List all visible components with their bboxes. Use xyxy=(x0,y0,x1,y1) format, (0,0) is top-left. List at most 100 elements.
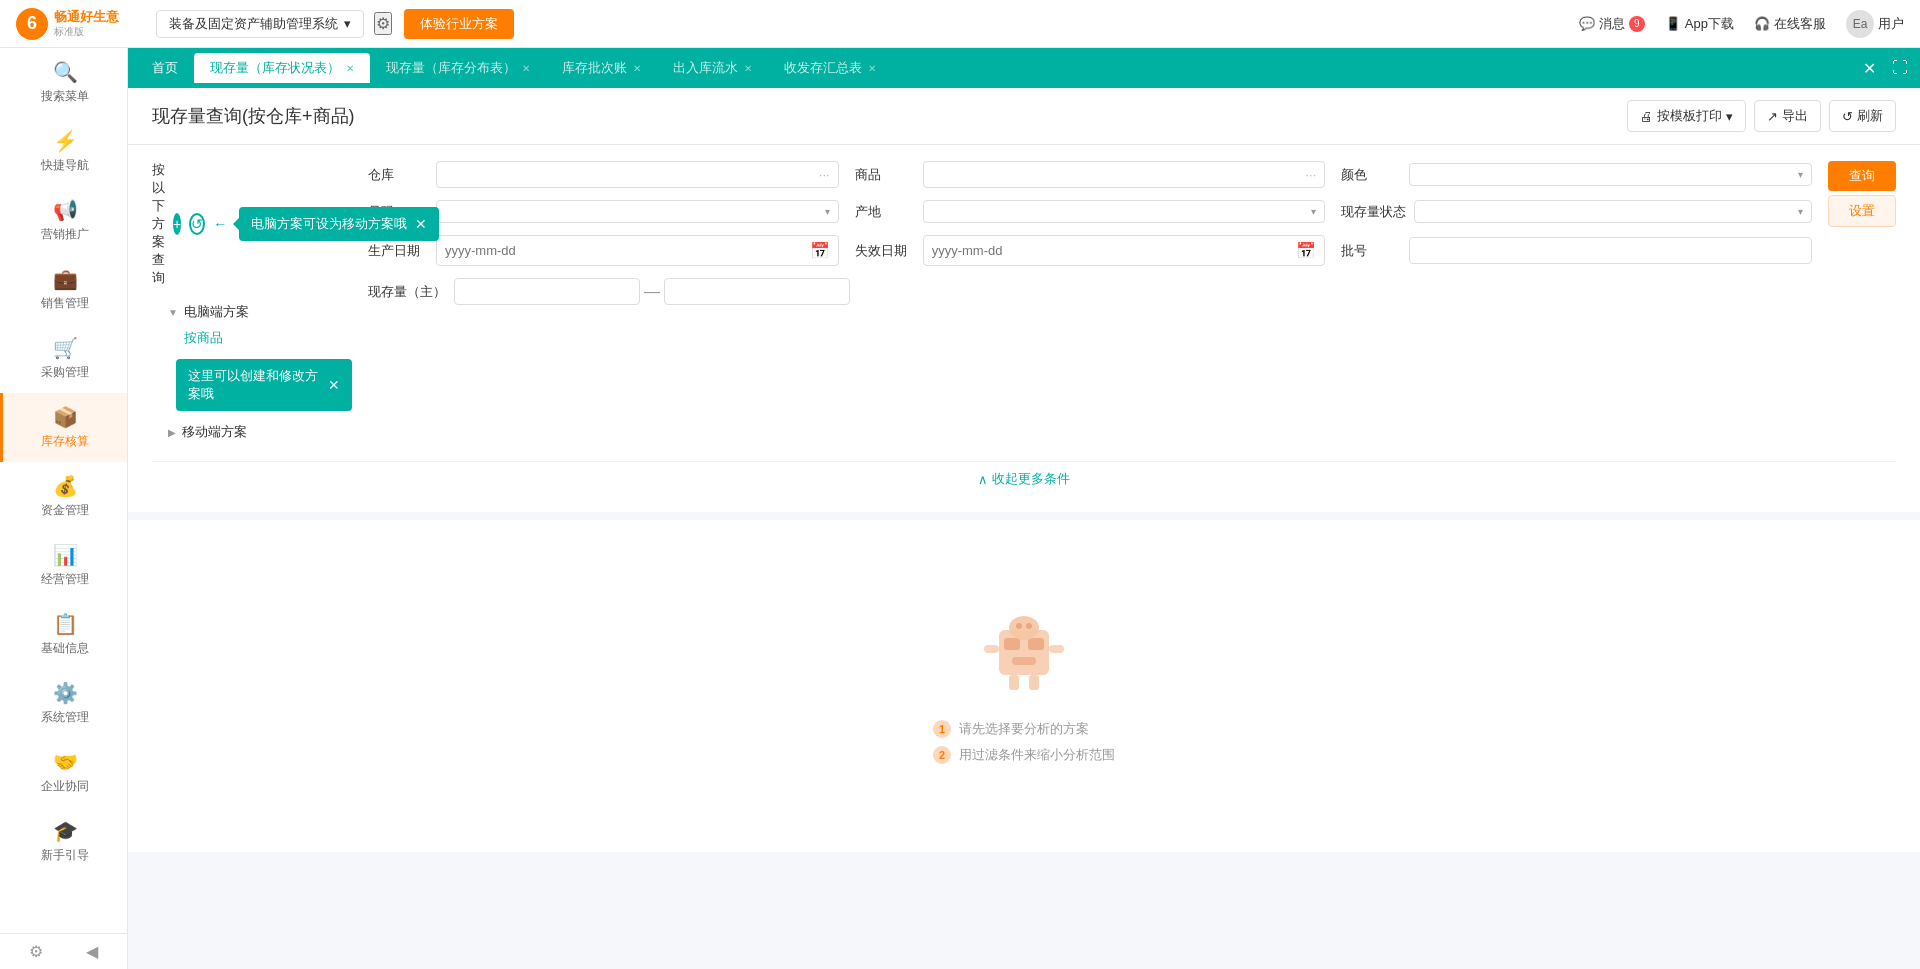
search-button[interactable]: 查询 xyxy=(1828,161,1896,191)
production-date-text[interactable] xyxy=(445,243,810,258)
stock-status-field: 现存量状态 ▾ xyxy=(1341,200,1812,223)
stock-range-min[interactable] xyxy=(454,278,640,305)
trial-button[interactable]: 体验行业方案 xyxy=(404,9,514,39)
edit-scheme-button[interactable]: ↺ xyxy=(189,213,205,235)
expiry-date-text[interactable] xyxy=(932,243,1297,258)
scheme-panel: 按以下方案查询 + ↺ ← 电脑方案可设为移动方案哦 ✕ xyxy=(152,161,352,457)
app-download-button[interactable]: 📱 App下载 xyxy=(1665,15,1734,33)
search-icon: 🔍 xyxy=(53,60,78,84)
money-icon: 💰 xyxy=(53,474,78,498)
tab-label: 库存批次账 xyxy=(562,59,627,77)
warehouse-field: 仓库 ··· xyxy=(368,161,839,188)
step-2-num: 2 xyxy=(933,746,951,764)
sidebar-item-sales[interactable]: 💼 销售管理 xyxy=(0,255,127,324)
tab-summary[interactable]: 收发存汇总表 ✕ xyxy=(768,53,892,83)
production-date-field: 生产日期 📅 xyxy=(368,235,839,266)
tab-batch-ledger[interactable]: 库存批次账 ✕ xyxy=(546,53,657,83)
expand-icon: ▶ xyxy=(168,427,176,438)
chevron-down-icon: ▾ xyxy=(1798,169,1803,180)
sidebar-item-guide[interactable]: 🎓 新手引导 xyxy=(0,807,127,876)
arrow-scheme-button[interactable]: ← xyxy=(213,213,227,235)
expiry-date-input[interactable]: 📅 xyxy=(923,235,1326,266)
color-select[interactable]: ▾ xyxy=(1409,163,1812,186)
collapse-bar[interactable]: ∧ 收起更多条件 xyxy=(152,461,1896,496)
desktop-scheme-item[interactable]: ▼ 电脑端方案 xyxy=(168,299,352,325)
export-button[interactable]: ↗ 导出 xyxy=(1754,100,1821,132)
maximize-icon[interactable]: ⛶ xyxy=(1888,55,1912,81)
production-date-input[interactable]: 📅 xyxy=(436,235,839,266)
step-1-num: 1 xyxy=(933,720,951,738)
stock-range-max[interactable] xyxy=(664,278,850,305)
sidebar-item-base-info[interactable]: 📋 基础信息 xyxy=(0,600,127,669)
close-icon[interactable]: ✕ xyxy=(868,63,876,74)
system-selector[interactable]: 装备及固定资产辅助管理系统 ▾ xyxy=(156,10,364,38)
step-2-text: 用过滤条件来缩小分析范围 xyxy=(959,746,1115,764)
sidebar-item-system[interactable]: ⚙️ 系统管理 xyxy=(0,669,127,738)
sidebar-item-inventory[interactable]: 📦 库存核算 xyxy=(0,393,127,462)
tab-label: 现存量（库存分布表） xyxy=(386,59,516,77)
desktop-child-item[interactable]: 按商品 xyxy=(184,325,352,351)
sidebar-item-enterprise[interactable]: 🤝 企业协同 xyxy=(0,738,127,807)
warehouse-select[interactable]: ··· xyxy=(436,161,839,188)
calendar-icon[interactable]: 📅 xyxy=(1296,241,1316,260)
color-field: 颜色 ▾ xyxy=(1341,163,1812,186)
sidebar-settings-icon[interactable]: ⚙ xyxy=(29,942,43,961)
tab-label: 现存量（库存状况表） xyxy=(210,59,340,77)
tab-bar-right: ✕ ⛶ xyxy=(1859,55,1912,82)
user-menu[interactable]: Ea 用户 xyxy=(1846,10,1904,38)
svg-rect-1 xyxy=(1004,638,1020,650)
goods-field: 商品 ··· xyxy=(855,161,1326,188)
create-tooltip-close-icon[interactable]: ✕ xyxy=(328,377,340,393)
mobile-icon: 📱 xyxy=(1665,16,1681,31)
sidebar-item-label: 基础信息 xyxy=(41,640,89,657)
logo-text: 畅通好生意 标准版 xyxy=(54,9,119,39)
message-button[interactable]: 💬 消息 9 xyxy=(1579,15,1645,33)
stock-range: — xyxy=(454,278,850,305)
svg-point-9 xyxy=(1016,623,1022,629)
production-date-label: 生产日期 xyxy=(368,242,428,260)
desktop-scheme-children: 按商品 xyxy=(168,325,352,351)
sidebar-item-management[interactable]: 📊 经营管理 xyxy=(0,531,127,600)
stock-status-label: 现存量状态 xyxy=(1341,203,1406,221)
calendar-icon[interactable]: 📅 xyxy=(810,241,830,260)
tooltip-close-icon[interactable]: ✕ xyxy=(415,216,427,232)
batch-input[interactable] xyxy=(1409,237,1812,264)
add-scheme-button[interactable]: + xyxy=(173,213,181,235)
svg-rect-4 xyxy=(1009,675,1019,690)
page-title: 现存量查询(按仓库+商品) xyxy=(152,104,355,128)
refresh-icon: ↺ xyxy=(1842,109,1853,124)
settings-icon[interactable]: ⚙ xyxy=(374,12,392,35)
close-all-tabs-icon[interactable]: ✕ xyxy=(1859,55,1880,82)
tab-stock-dist[interactable]: 现存量（库存分布表） ✕ xyxy=(370,53,546,83)
sidebar-item-search[interactable]: 🔍 搜索菜单 xyxy=(0,48,127,117)
stock-status-select[interactable]: ▾ xyxy=(1414,200,1812,223)
sidebar-collapse-icon[interactable]: ◀ xyxy=(86,942,98,961)
close-icon[interactable]: ✕ xyxy=(744,63,752,74)
filter-row-1: 仓库 ··· 商品 xyxy=(368,161,1812,188)
graduation-icon: 🎓 xyxy=(53,819,78,843)
tab-in-out-flow[interactable]: 出入库流水 ✕ xyxy=(657,53,768,83)
origin-select[interactable]: ▾ xyxy=(923,200,1326,223)
tab-bar: 首页 现存量（库存状况表） ✕ 现存量（库存分布表） ✕ 库存批次账 ✕ 出入库… xyxy=(128,48,1920,88)
size-select[interactable]: ▾ xyxy=(436,200,839,223)
mobile-scheme-item[interactable]: ▶ 移动端方案 xyxy=(168,419,352,445)
close-icon[interactable]: ✕ xyxy=(633,63,641,74)
reset-button[interactable]: 设置 xyxy=(1828,195,1896,227)
online-support-button[interactable]: 🎧 在线客服 xyxy=(1754,15,1826,33)
goods-select[interactable]: ··· xyxy=(923,161,1326,188)
tab-home[interactable]: 首页 xyxy=(136,53,194,83)
tab-stock-status[interactable]: 现存量（库存状况表） ✕ xyxy=(194,53,370,83)
sidebar-item-purchase[interactable]: 🛒 采购管理 xyxy=(0,324,127,393)
close-icon[interactable]: ✕ xyxy=(522,63,530,74)
sidebar-item-finance[interactable]: 💰 资金管理 xyxy=(0,462,127,531)
logo-icon: 6 xyxy=(16,8,48,40)
refresh-button[interactable]: ↺ 刷新 xyxy=(1829,100,1896,132)
create-scheme-tooltip: 这里可以创建和修改方案哦 ✕ xyxy=(176,359,352,411)
sidebar-item-quicknav[interactable]: ⚡ 快捷导航 xyxy=(0,117,127,186)
close-icon[interactable]: ✕ xyxy=(346,63,354,74)
expiry-date-field: 失效日期 📅 xyxy=(855,235,1326,266)
print-button[interactable]: 🖨 按模板打印 ▾ xyxy=(1627,100,1746,132)
clipboard-icon: 📋 xyxy=(53,612,78,636)
sub-label: 标准版 xyxy=(54,25,119,38)
sidebar-item-marketing[interactable]: 📢 营销推广 xyxy=(0,186,127,255)
